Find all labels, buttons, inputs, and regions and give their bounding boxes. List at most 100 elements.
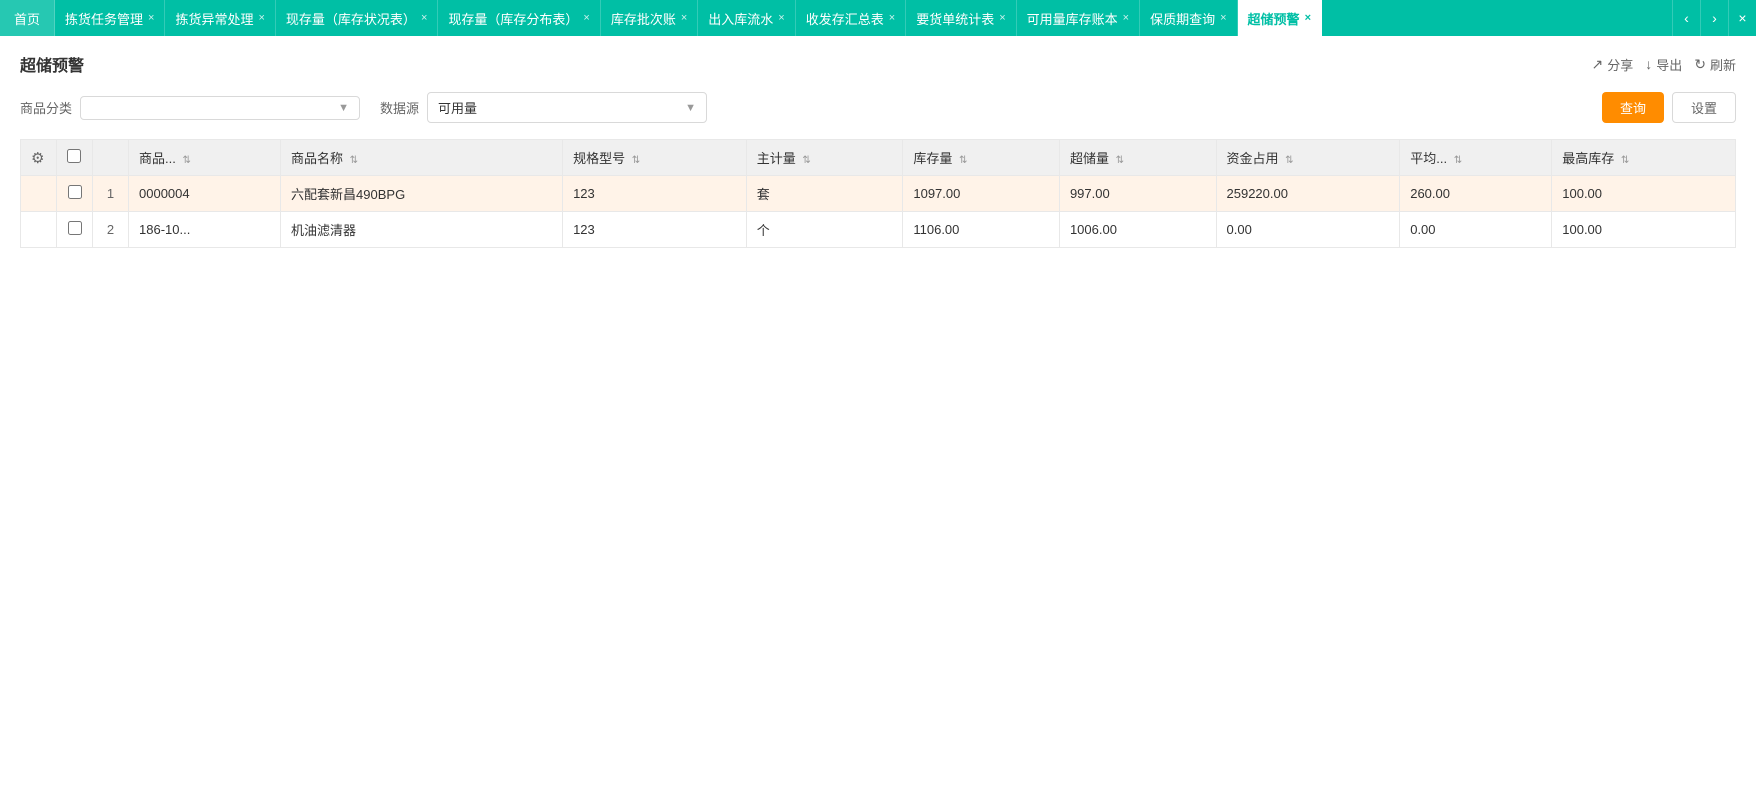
nav-item-in-out-flow[interactable]: 出入库流水 × xyxy=(698,0,795,36)
export-button[interactable]: ↓ 导出 xyxy=(1645,55,1682,74)
col-unit-header[interactable]: 主计量 ⇅ xyxy=(746,140,903,176)
sort-stock-qty-icon: ⇅ xyxy=(959,155,967,166)
category-filter-item: 商品分类 ▼ xyxy=(20,96,360,120)
nav-item-stock-status[interactable]: 现存量（库存状况表） × xyxy=(276,0,438,36)
row-settings-1 xyxy=(21,212,57,248)
nav-item-pick-task[interactable]: 拣货任务管理 × xyxy=(55,0,165,36)
table-row: 2 186-10... 机油滤清器 123 个 1106.00 1006.00 … xyxy=(21,212,1736,248)
nav-home-label: 首页 xyxy=(14,9,40,28)
data-table: ⚙ 商品... ⇅ 商品名称 ⇅ 规格型号 ⇅ xyxy=(20,139,1736,248)
col-overstock-qty-header[interactable]: 超储量 ⇅ xyxy=(1059,140,1216,176)
nav-batch-account-label: 库存批次账 xyxy=(611,9,676,28)
col-capital-used-header[interactable]: 资金占用 ⇅ xyxy=(1216,140,1400,176)
sort-product-code-icon: ⇅ xyxy=(182,155,190,166)
row-overstock-qty-1: 1006.00 xyxy=(1059,212,1216,248)
close-pick-exception-icon[interactable]: × xyxy=(258,12,264,24)
col-product-name-label: 商品名称 xyxy=(291,151,343,166)
nav-arrows: ‹ › × xyxy=(1672,0,1756,36)
close-order-stats-icon[interactable]: × xyxy=(999,12,1005,24)
close-overstock-warning-icon[interactable]: × xyxy=(1305,12,1311,24)
row-product-code-1: 186-10... xyxy=(129,212,281,248)
col-spec-header[interactable]: 规格型号 ⇅ xyxy=(563,140,747,176)
col-settings: ⚙ xyxy=(21,140,57,176)
col-max-stock-header[interactable]: 最高库存 ⇅ xyxy=(1552,140,1736,176)
datasource-filter-item: 数据源 可用量 ▼ xyxy=(380,92,707,123)
row-stock-qty-1: 1106.00 xyxy=(903,212,1060,248)
row-num-0: 1 xyxy=(93,176,129,212)
export-label: 导出 xyxy=(1656,55,1682,74)
nav-recv-send-label: 收发存汇总表 xyxy=(806,9,884,28)
share-icon: ↗ xyxy=(1591,56,1603,73)
nav-item-batch-account[interactable]: 库存批次账 × xyxy=(601,0,698,36)
nav-pick-task-label: 拣货任务管理 xyxy=(65,9,143,28)
settings-button[interactable]: 设置 xyxy=(1672,92,1736,123)
row-product-name-1: 机油滤清器 xyxy=(281,212,563,248)
row-checkbox-input-0[interactable] xyxy=(68,185,82,199)
category-select[interactable]: ▼ xyxy=(80,96,360,120)
nav-item-stock-dist[interactable]: 现存量（库存分布表） × xyxy=(438,0,600,36)
col-capital-used-label: 资金占用 xyxy=(1227,151,1279,166)
col-unit-label: 主计量 xyxy=(757,151,796,166)
row-capital-used-0: 259220.00 xyxy=(1216,176,1400,212)
select-all-checkbox[interactable] xyxy=(67,149,81,163)
sort-product-name-icon: ⇅ xyxy=(350,155,358,166)
row-checkbox-1[interactable] xyxy=(57,212,93,248)
sort-max-stock-icon: ⇅ xyxy=(1621,155,1629,166)
nav-arrow-right[interactable]: › xyxy=(1700,0,1728,36)
close-recv-send-icon[interactable]: × xyxy=(889,12,895,24)
datasource-select[interactable]: 可用量 ▼ xyxy=(427,92,707,123)
page-content: 超储预警 ↗ 分享 ↓ 导出 ↻ 刷新 商品分类 ▼ 数据源 xyxy=(0,36,1756,800)
close-available-stock-icon[interactable]: × xyxy=(1123,12,1129,24)
nav-item-order-stats[interactable]: 要货单统计表 × xyxy=(906,0,1016,36)
col-product-name-header[interactable]: 商品名称 ⇅ xyxy=(281,140,563,176)
nav-arrow-left[interactable]: ‹ xyxy=(1672,0,1700,36)
col-stock-qty-label: 库存量 xyxy=(913,151,952,166)
query-button[interactable]: 查询 xyxy=(1602,92,1664,123)
nav-item-available-stock[interactable]: 可用量库存账本 × xyxy=(1017,0,1140,36)
row-stock-qty-0: 1097.00 xyxy=(903,176,1060,212)
table-settings-gear-icon[interactable]: ⚙ xyxy=(31,150,44,167)
row-spec-0: 123 xyxy=(563,176,747,212)
col-rownum-header xyxy=(93,140,129,176)
table-header-row: ⚙ 商品... ⇅ 商品名称 ⇅ 规格型号 ⇅ xyxy=(21,140,1736,176)
col-product-code-header[interactable]: 商品... ⇅ xyxy=(129,140,281,176)
row-unit-1: 个 xyxy=(746,212,903,248)
export-icon: ↓ xyxy=(1645,56,1652,72)
table-row: 1 0000004 六配套新昌490BPG 123 套 1097.00 997.… xyxy=(21,176,1736,212)
refresh-button[interactable]: ↻ 刷新 xyxy=(1694,55,1736,74)
col-avg-header[interactable]: 平均... ⇅ xyxy=(1400,140,1552,176)
close-in-out-flow-icon[interactable]: × xyxy=(778,12,784,24)
row-checkbox-input-1[interactable] xyxy=(68,221,82,235)
row-checkbox-0[interactable] xyxy=(57,176,93,212)
refresh-icon: ↻ xyxy=(1694,56,1706,73)
share-button[interactable]: ↗ 分享 xyxy=(1591,55,1633,74)
col-stock-qty-header[interactable]: 库存量 ⇅ xyxy=(903,140,1060,176)
close-batch-account-icon[interactable]: × xyxy=(681,12,687,24)
table-header: ⚙ 商品... ⇅ 商品名称 ⇅ 规格型号 ⇅ xyxy=(21,140,1736,176)
row-avg-1: 0.00 xyxy=(1400,212,1552,248)
datasource-select-value: 可用量 xyxy=(438,98,477,117)
category-chevron-down-icon: ▼ xyxy=(338,102,349,114)
nav-overstock-warning-label: 超储预警 xyxy=(1248,9,1300,28)
sort-capital-used-icon: ⇅ xyxy=(1285,155,1293,166)
close-pick-task-icon[interactable]: × xyxy=(148,12,154,24)
close-stock-dist-icon[interactable]: × xyxy=(583,12,589,24)
nav-item-home[interactable]: 首页 xyxy=(0,0,55,36)
page-title: 超储预警 xyxy=(20,52,84,76)
close-stock-status-icon[interactable]: × xyxy=(421,12,427,24)
nav-item-recv-send-summary[interactable]: 收发存汇总表 × xyxy=(796,0,906,36)
col-overstock-qty-label: 超储量 xyxy=(1070,151,1109,166)
nav-item-overstock-warning[interactable]: 超储预警 × xyxy=(1238,0,1322,36)
filter-bar: 商品分类 ▼ 数据源 可用量 ▼ 查询 设置 xyxy=(20,92,1736,123)
nav-expiry-query-label: 保质期查询 xyxy=(1150,9,1215,28)
nav-item-pick-exception[interactable]: 拣货异常处理 × xyxy=(165,0,275,36)
nav-arrow-close[interactable]: × xyxy=(1728,0,1756,36)
header-actions: ↗ 分享 ↓ 导出 ↻ 刷新 xyxy=(1591,55,1736,74)
nav-item-expiry-query[interactable]: 保质期查询 × xyxy=(1140,0,1237,36)
close-expiry-query-icon[interactable]: × xyxy=(1220,12,1226,24)
row-avg-0: 260.00 xyxy=(1400,176,1552,212)
table-body: 1 0000004 六配套新昌490BPG 123 套 1097.00 997.… xyxy=(21,176,1736,248)
page-header: 超储预警 ↗ 分享 ↓ 导出 ↻ 刷新 xyxy=(20,52,1736,76)
row-max-stock-0: 100.00 xyxy=(1552,176,1736,212)
row-num-1: 2 xyxy=(93,212,129,248)
